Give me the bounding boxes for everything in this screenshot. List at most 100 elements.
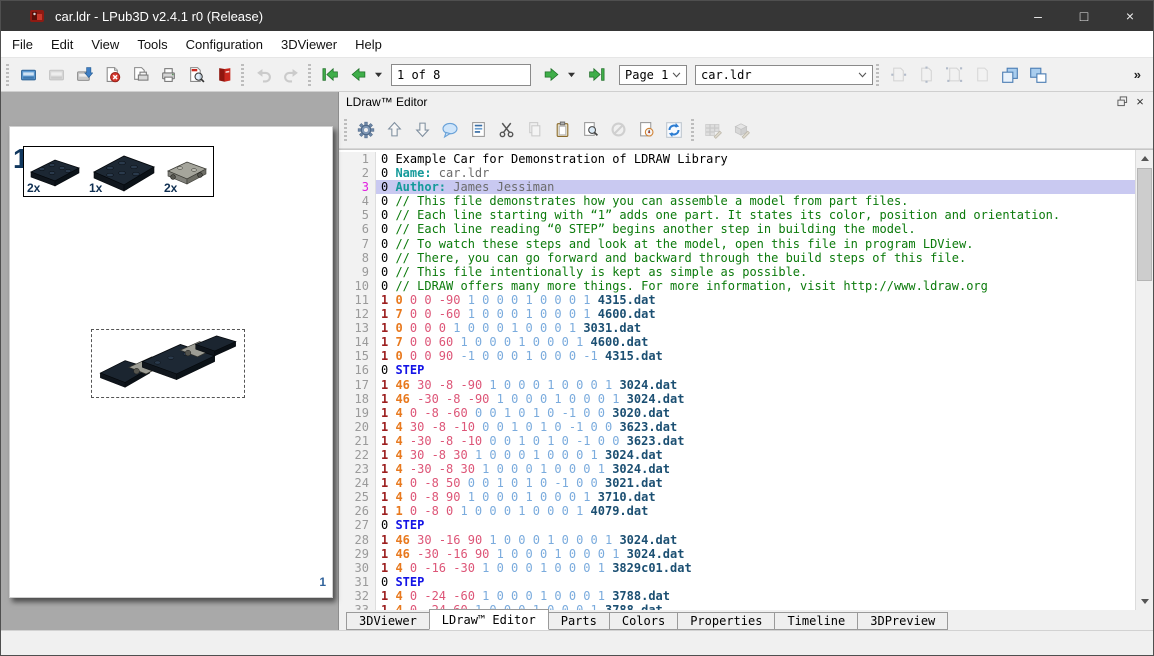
first-page-button[interactable]	[317, 62, 343, 88]
tab-3dviewer[interactable]: 3DViewer	[346, 612, 430, 630]
insert-before-button[interactable]	[409, 117, 435, 143]
line-content[interactable]: 1 4 30 -8 -10 0 0 1 0 1 0 -1 0 0 3623.da…	[376, 420, 1135, 434]
editor-line[interactable]: 21 1 4 -30 -8 -10 0 0 1 0 1 0 -1 0 0 3623…	[339, 433, 1135, 448]
page-select-combo[interactable]: Page 1	[619, 64, 687, 85]
editor-line[interactable]: 18 1 46 -30 -8 -90 1 0 0 0 1 0 0 0 1 3024…	[339, 391, 1135, 406]
line-content[interactable]: 1 7 0 0 -60 1 0 0 0 1 0 0 0 1 4600.dat	[376, 307, 1135, 321]
editor-line[interactable]: 27 0 STEP	[339, 518, 1135, 533]
line-content[interactable]: 0 Example Car for Demonstration of LDRAW…	[376, 152, 1135, 166]
editor-line[interactable]: 30 1 4 0 -16 -30 1 0 0 0 1 0 0 0 1 3829c0…	[339, 560, 1135, 575]
parts-list-box[interactable]: 2x 1x 2x	[23, 146, 214, 197]
pli-part-wheel-holder[interactable]: 2x	[161, 147, 213, 196]
editor-line[interactable]: 13 1 0 0 0 0 1 0 0 0 1 0 0 0 1 3031.dat	[339, 321, 1135, 336]
toolbar-grip[interactable]	[308, 63, 311, 86]
edit-part-button[interactable]	[728, 117, 754, 143]
editor-line[interactable]: 10 Example Car for Demonstration of LDRA…	[339, 152, 1135, 167]
maximize-button[interactable]: □	[1061, 1, 1107, 31]
cascade-windows-button[interactable]	[997, 62, 1023, 88]
dock-close-button[interactable]: ×	[1131, 94, 1149, 110]
editor-line[interactable]: 20 Name: car.ldr	[339, 166, 1135, 181]
last-page-button[interactable]	[584, 62, 610, 88]
line-content[interactable]: 1 4 -30 -8 30 1 0 0 0 1 0 0 0 1 3024.dat	[376, 462, 1135, 476]
line-content[interactable]: 1 1 0 -8 0 1 0 0 0 1 0 0 0 1 4079.dat	[376, 504, 1135, 518]
cut-button[interactable]	[493, 117, 519, 143]
line-content[interactable]: 0 // This file intentionally is kept as …	[376, 265, 1135, 279]
line-content[interactable]: 1 46 30 -16 90 1 0 0 0 1 0 0 0 1 3024.da…	[376, 533, 1135, 547]
toolbar-overflow-button[interactable]: »	[1130, 65, 1145, 84]
line-content[interactable]: 0 // To watch these steps and look at th…	[376, 237, 1135, 251]
toolbar-grip[interactable]	[876, 63, 879, 86]
cancel-edit-button[interactable]	[605, 117, 631, 143]
editor-text-area[interactable]: 10 Example Car for Demonstration of LDRA…	[339, 150, 1135, 610]
editor-line[interactable]: 25 1 4 0 -8 90 1 0 0 0 1 0 0 0 1 3710.dat	[339, 490, 1135, 505]
update-page-button[interactable]	[633, 117, 659, 143]
previous-page-dropdown[interactable]	[372, 62, 385, 88]
undo-button[interactable]	[250, 62, 276, 88]
editor-line[interactable]: 16 0 STEP	[339, 363, 1135, 378]
editor-vertical-scrollbar[interactable]	[1135, 150, 1153, 610]
menu-item-file[interactable]: File	[3, 33, 42, 56]
editor-line[interactable]: 10 0 // LDRAW offers many more things. Fo…	[339, 278, 1135, 293]
update-model-button[interactable]	[381, 117, 407, 143]
toolbar-grip[interactable]	[344, 118, 347, 141]
scroll-up-button[interactable]	[1136, 150, 1153, 167]
line-content[interactable]: 1 0 0 0 0 1 0 0 0 1 0 0 0 1 3031.dat	[376, 321, 1135, 335]
editor-line[interactable]: 14 1 7 0 0 60 1 0 0 0 1 0 0 0 1 4600.dat	[339, 335, 1135, 350]
editor-line[interactable]: 11 1 0 0 0 -90 1 0 0 0 1 0 0 0 1 4315.dat	[339, 292, 1135, 308]
tab-timeline[interactable]: Timeline	[774, 612, 859, 630]
line-content[interactable]: 1 46 30 -8 -90 1 0 0 0 1 0 0 0 1 3024.da…	[376, 378, 1135, 392]
fit-scene-button[interactable]	[941, 62, 967, 88]
line-content[interactable]: 1 46 -30 -16 90 1 0 0 0 1 0 0 0 1 3024.d…	[376, 547, 1135, 561]
editor-line[interactable]: 32 1 4 0 -24 -60 1 0 0 0 1 0 0 0 1 3788.d…	[339, 588, 1135, 603]
fit-visible-button[interactable]	[913, 62, 939, 88]
editor-line[interactable]: 28 1 46 30 -16 90 1 0 0 0 1 0 0 0 1 3024.…	[339, 532, 1135, 547]
tab-colors[interactable]: Colors	[608, 612, 679, 630]
page-position-input[interactable]	[391, 63, 531, 86]
find-button[interactable]	[577, 117, 603, 143]
line-content[interactable]: 0 // Each line reading “0 STEP” begins a…	[376, 222, 1135, 236]
line-content[interactable]: 1 4 0 -24 -60 1 0 0 0 1 0 0 0 1 3788.dat	[376, 589, 1135, 603]
open-file-button[interactable]	[15, 62, 41, 88]
editor-line[interactable]: 12 1 7 0 0 -60 1 0 0 0 1 0 0 0 1 4600.dat	[339, 307, 1135, 322]
paste-button[interactable]	[549, 117, 575, 143]
line-content[interactable]: 1 46 -30 -8 -90 1 0 0 0 1 0 0 0 1 3024.d…	[376, 392, 1135, 406]
line-content[interactable]: 1 0 0 0 -90 1 0 0 0 1 0 0 0 1 4315.dat	[376, 293, 1135, 307]
menu-item-view[interactable]: View	[82, 33, 128, 56]
dock-float-button[interactable]	[1113, 94, 1131, 110]
toolbar-grip[interactable]	[691, 118, 694, 141]
editor-line[interactable]: 20 1 4 30 -8 -10 0 0 1 0 1 0 -1 0 0 3623.…	[339, 419, 1135, 434]
actual-size-button[interactable]	[969, 62, 995, 88]
line-content[interactable]: 1 4 -30 -8 -10 0 0 1 0 1 0 -1 0 0 3623.d…	[376, 434, 1135, 448]
tab-3dpreview[interactable]: 3DPreview	[857, 612, 949, 630]
editor-line[interactable]: 70 // To watch these steps and look at t…	[339, 236, 1135, 251]
editor-line[interactable]: 30 Author: James Jessiman	[339, 180, 1135, 195]
tab-ldraw-editor[interactable]: LDraw™ Editor	[428, 609, 549, 630]
editor-line[interactable]: 31 0 STEP	[339, 574, 1135, 589]
line-content[interactable]: 1 4 30 -8 30 1 0 0 0 1 0 0 0 1 3024.dat	[376, 448, 1135, 462]
editor-line[interactable]: 29 1 46 -30 -16 90 1 0 0 0 1 0 0 0 1 3024…	[339, 546, 1135, 561]
toolbar-grip[interactable]	[241, 63, 244, 86]
line-content[interactable]: 1 4 0 -8 90 1 0 0 0 1 0 0 0 1 3710.dat	[376, 490, 1135, 504]
editor-line[interactable]: 90 // This file intentionally is kept as…	[339, 264, 1135, 279]
model-step-image-selection[interactable]	[91, 329, 245, 398]
copy-button[interactable]	[521, 117, 547, 143]
line-content[interactable]: 0 Name: car.ldr	[376, 166, 1135, 180]
editor-line[interactable]: 23 1 4 -30 -8 30 1 0 0 0 1 0 0 0 1 3024.d…	[339, 462, 1135, 477]
line-content[interactable]: 1 7 0 0 60 1 0 0 0 1 0 0 0 1 4600.dat	[376, 335, 1135, 349]
next-page-dropdown[interactable]	[565, 62, 578, 88]
tile-windows-button[interactable]	[1025, 62, 1051, 88]
line-content[interactable]: 0 Author: James Jessiman	[376, 180, 1135, 195]
editor-line[interactable]: 17 1 46 30 -8 -90 1 0 0 0 1 0 0 0 1 3024.…	[339, 377, 1135, 392]
print-button[interactable]	[155, 62, 181, 88]
tab-parts[interactable]: Parts	[547, 612, 610, 630]
close-button[interactable]: ×	[1107, 1, 1153, 31]
instruction-page[interactable]: 1 2x 1x 2x 1	[9, 126, 333, 598]
editor-line[interactable]: 19 1 4 0 -8 -60 0 0 1 0 1 0 -1 0 0 3020.d…	[339, 405, 1135, 420]
line-content[interactable]: 0 // Each line starting with “1” adds on…	[376, 208, 1135, 222]
editor-preferences-button[interactable]	[353, 117, 379, 143]
pdf-preview-button[interactable]	[183, 62, 209, 88]
print-preview-button[interactable]	[127, 62, 153, 88]
editor-line[interactable]: 26 1 1 0 -8 0 1 0 0 0 1 0 0 0 1 4079.dat	[339, 504, 1135, 519]
line-content[interactable]: 0 // LDRAW offers many more things. For …	[376, 279, 1135, 293]
menu-item-configuration[interactable]: Configuration	[177, 33, 272, 56]
